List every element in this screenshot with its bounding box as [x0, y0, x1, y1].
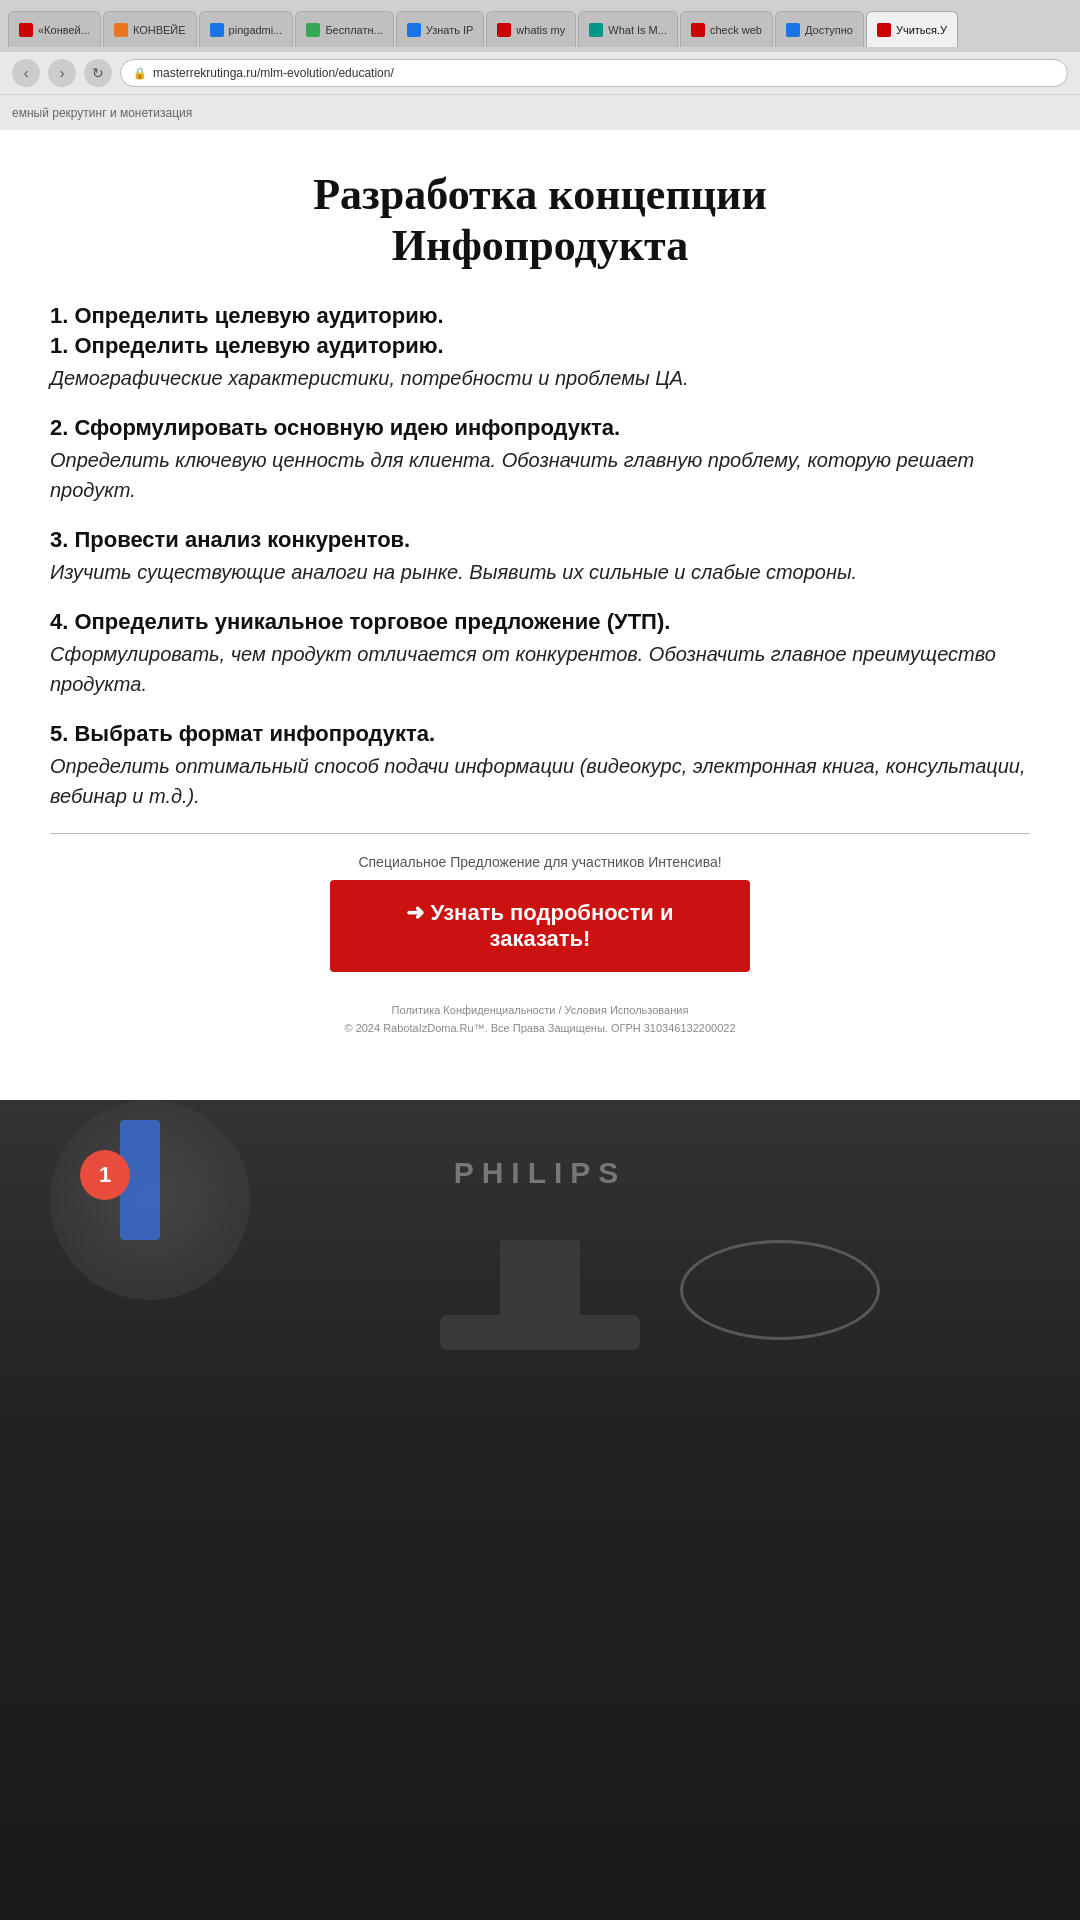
tab-favicon-whatis	[497, 23, 511, 37]
browser-chrome: «Конвей... КОНВЕЙЕ pingadmi... Бесплатн.…	[0, 0, 1080, 130]
page-content: Разработка концепцииИнфопродукта 1. Опре…	[0, 130, 1080, 1100]
section-4: 4. Определить уникальное торговое предло…	[50, 609, 1030, 699]
philips-label: PHILIPS	[454, 1156, 627, 1190]
tab-favicon-uchitsya	[877, 23, 891, 37]
tab-checkweb[interactable]: check web	[680, 11, 773, 47]
tab-dostupno[interactable]: Доступно	[775, 11, 864, 47]
number-badge: 1	[80, 1150, 130, 1200]
desk-cable	[680, 1240, 880, 1340]
section-5: 5. Выбрать формат инфопродукта. Определи…	[50, 721, 1030, 811]
tab-favicon-konvey	[19, 23, 33, 37]
section-1-heading: 1. Определить целевую аудиторию.	[50, 303, 1030, 329]
forward-button[interactable]: ›	[48, 59, 76, 87]
tab-favicon-ping	[210, 23, 224, 37]
tab-whatis[interactable]: whatis my	[486, 11, 576, 47]
tab-uchitsya[interactable]: Учиться.У	[866, 11, 958, 47]
special-offer-label: Специальное Предложение для участников И…	[50, 854, 1030, 870]
section-2-title: 2. Сформулировать основную идею инфопрод…	[50, 415, 1030, 441]
lock-icon: 🔒	[133, 67, 147, 80]
address-bar[interactable]: 🔒 masterrekrutinga.ru/mlm-evolution/educ…	[120, 59, 1068, 87]
divider	[50, 833, 1030, 834]
reload-button[interactable]: ↻	[84, 59, 112, 87]
address-bar-row: ‹ › ↻ 🔒 masterrekrutinga.ru/mlm-evolutio…	[0, 52, 1080, 94]
tab-favicon-konveye	[114, 23, 128, 37]
section-5-text: Определить оптимальный способ подачи инф…	[50, 751, 1030, 811]
tab-pingadmin[interactable]: pingadmi...	[199, 11, 294, 47]
section-2-text: Определить ключевую ценность для клиента…	[50, 445, 1030, 505]
section-4-title: 4. Определить уникальное торговое предло…	[50, 609, 1030, 635]
tab-konveye[interactable]: КОНВЕЙЕ	[103, 11, 197, 47]
bookmarks-bar: емный рекрутинг и монетизация	[0, 94, 1080, 130]
tab-bar: «Конвей... КОНВЕЙЕ pingadmi... Бесплатн.…	[0, 0, 1080, 52]
tab-uznat-ip[interactable]: Узнать IP	[396, 11, 485, 47]
section-3: 3. Провести анализ конкурентов. Изучить …	[50, 527, 1030, 587]
cta-button[interactable]: ➜ Узнать подробности и заказать!	[330, 880, 750, 972]
section-5-title: 5. Выбрать формат инфопродукта.	[50, 721, 1030, 747]
desk-surface: PHILIPS 1	[0, 1100, 1080, 1920]
section-1: 1. Определить целевую аудиторию. 1. Опре…	[50, 303, 1030, 393]
monitor-screen: «Конвей... КОНВЕЙЕ pingadmi... Бесплатн.…	[0, 0, 1080, 1100]
tab-favicon-whatism	[589, 23, 603, 37]
back-button[interactable]: ‹	[12, 59, 40, 87]
section-1-title: 1. Определить целевую аудиторию.	[50, 333, 1030, 359]
page-title: Разработка концепцииИнфопродукта	[50, 170, 1030, 271]
tab-whatism[interactable]: What Is M...	[578, 11, 678, 47]
tab-favicon-checkweb	[691, 23, 705, 37]
tab-besplatn[interactable]: Бесплатн...	[295, 11, 393, 47]
tab-favicon-besplatn	[306, 23, 320, 37]
footer-text: Политика Конфиденциальности / Условия Ис…	[50, 1002, 1030, 1037]
monitor-base	[440, 1315, 640, 1350]
tab-konvey[interactable]: «Конвей...	[8, 11, 101, 47]
tab-favicon-ip	[407, 23, 421, 37]
section-1-text: Демографические характеристики, потребно…	[50, 363, 1030, 393]
tab-favicon-dostupno	[786, 23, 800, 37]
monitor-stand	[500, 1240, 580, 1320]
section-4-text: Сформулировать, чем продукт отличается о…	[50, 639, 1030, 699]
section-3-text: Изучить существующие аналоги на рынке. В…	[50, 557, 1030, 587]
section-3-title: 3. Провести анализ конкурентов.	[50, 527, 1030, 553]
breadcrumb: емный рекрутинг и монетизация	[12, 106, 192, 120]
section-2: 2. Сформулировать основную идею инфопрод…	[50, 415, 1030, 505]
